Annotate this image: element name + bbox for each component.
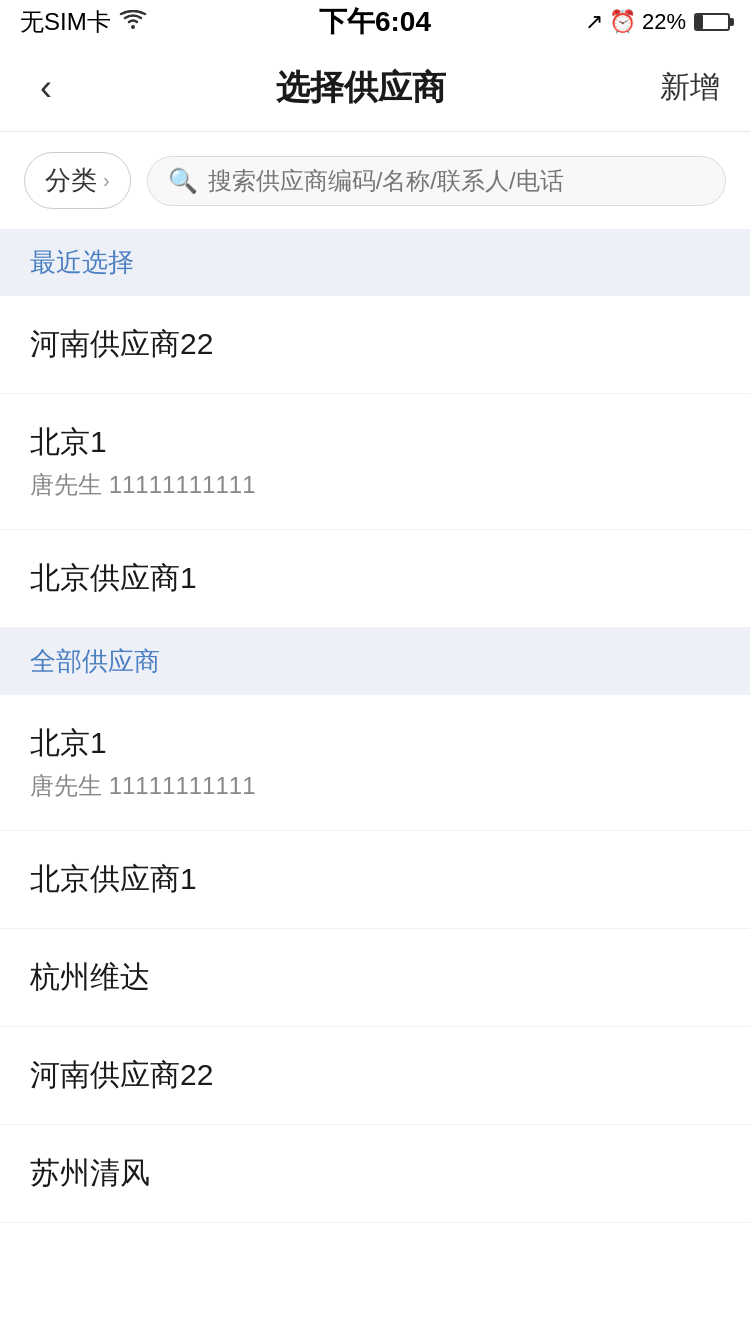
add-button[interactable]: 新增 xyxy=(660,67,720,108)
page-title: 选择供应商 xyxy=(276,65,446,111)
item-name: 河南供应商22 xyxy=(30,324,720,365)
item-name: 河南供应商22 xyxy=(30,1055,720,1096)
nav-bar: ‹ 选择供应商 新增 xyxy=(0,44,750,132)
item-name: 北京1 xyxy=(30,723,720,764)
all-list-item[interactable]: 北京1 唐先生 11111111111 xyxy=(0,695,750,831)
item-sub: 唐先生 11111111111 xyxy=(30,469,720,501)
status-left: 无SIM卡 xyxy=(20,6,147,38)
no-sim-label: 无SIM卡 xyxy=(20,6,111,38)
status-time: 下午6:04 xyxy=(319,3,431,41)
recent-list: 河南供应商22 北京1 唐先生 11111111111 北京供应商1 xyxy=(0,296,750,628)
status-right: ↗ ⏰ 22% xyxy=(585,9,730,35)
all-list-item[interactable]: 北京供应商1 xyxy=(0,831,750,929)
battery-percent: 22% xyxy=(642,9,686,35)
recent-section-header: 最近选择 xyxy=(0,229,750,296)
item-name: 北京供应商1 xyxy=(30,558,720,599)
all-list-item[interactable]: 河南供应商22 xyxy=(0,1027,750,1125)
alarm-icon: ⏰ xyxy=(609,9,636,35)
battery-icon xyxy=(694,13,730,31)
category-button[interactable]: 分类 › xyxy=(24,152,131,209)
all-list: 北京1 唐先生 11111111111 北京供应商1 杭州维达河南供应商22 苏州清风 xyxy=(0,695,750,1223)
all-list-item[interactable]: 苏州清风 xyxy=(0,1125,750,1223)
chevron-right-icon: › xyxy=(103,169,110,192)
recent-list-item[interactable]: 北京供应商1 xyxy=(0,530,750,628)
all-label: 全部供应商 xyxy=(30,646,160,676)
location-icon: ↗ xyxy=(585,9,603,35)
item-name: 杭州维达 xyxy=(30,957,720,998)
item-sub: 唐先生 11111111111 xyxy=(30,770,720,802)
svg-point-0 xyxy=(131,25,135,29)
recent-list-item[interactable]: 北京1 唐先生 11111111111 xyxy=(0,394,750,530)
all-section-header: 全部供应商 xyxy=(0,628,750,695)
search-input-wrapper[interactable]: 🔍 xyxy=(147,156,726,206)
recent-label: 最近选择 xyxy=(30,247,134,277)
wifi-icon xyxy=(119,8,147,36)
category-label: 分类 xyxy=(45,163,97,198)
all-list-item[interactable]: 杭州维达 xyxy=(0,929,750,1027)
item-name: 苏州清风 xyxy=(30,1153,720,1194)
search-icon: 🔍 xyxy=(168,167,198,195)
recent-list-item[interactable]: 河南供应商22 xyxy=(0,296,750,394)
back-button[interactable]: ‹ xyxy=(30,57,62,119)
item-name: 北京1 xyxy=(30,422,720,463)
search-input[interactable] xyxy=(208,167,705,195)
item-name: 北京供应商1 xyxy=(30,859,720,900)
search-area: 分类 › 🔍 xyxy=(0,132,750,229)
status-bar: 无SIM卡 下午6:04 ↗ ⏰ 22% xyxy=(0,0,750,44)
